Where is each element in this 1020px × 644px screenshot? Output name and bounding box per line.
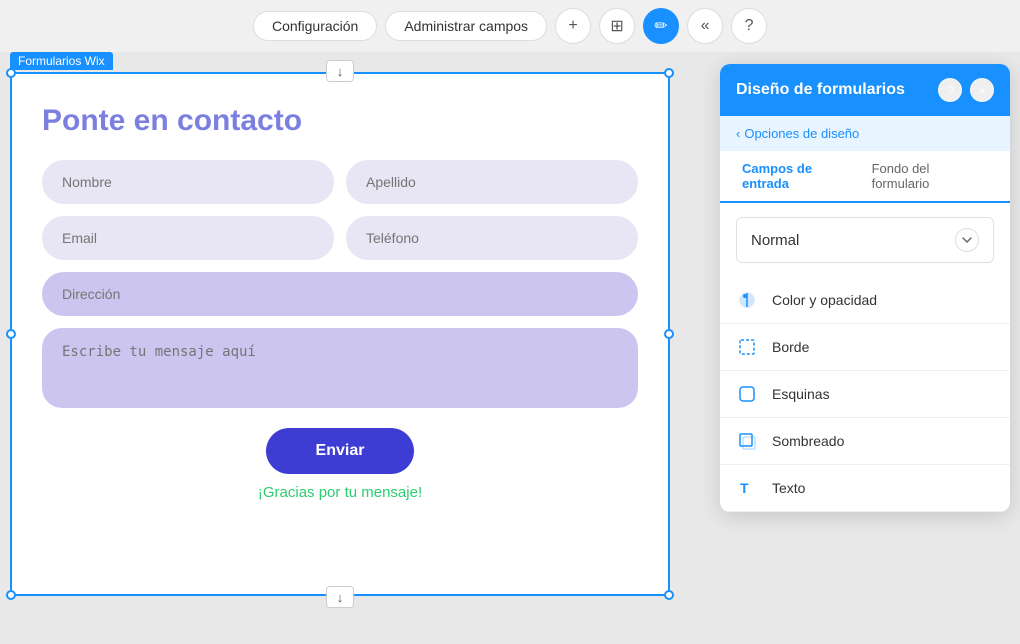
panel-title: Diseño de formularios bbox=[736, 81, 905, 99]
direccion-input[interactable] bbox=[42, 272, 638, 316]
texto-label: Texto bbox=[772, 480, 805, 496]
menu-item-esquinas[interactable]: Esquinas bbox=[720, 371, 1010, 418]
nombre-input[interactable] bbox=[42, 160, 334, 204]
menu-item-texto[interactable]: T Texto bbox=[720, 465, 1010, 512]
edit-icon: ✏ bbox=[654, 16, 667, 36]
dropdown-label: Normal bbox=[751, 232, 799, 249]
esquinas-label: Esquinas bbox=[772, 386, 830, 402]
borde-label: Borde bbox=[772, 339, 809, 355]
help-icon: ? bbox=[745, 17, 754, 35]
handle-download-top[interactable]: ↓ bbox=[326, 60, 354, 82]
svg-text:T: T bbox=[740, 480, 749, 496]
design-panel: Diseño de formularios ? × ‹ Opciones de … bbox=[720, 64, 1010, 512]
menu-item-color[interactable]: Color y opacidad bbox=[720, 277, 1010, 324]
add-button[interactable]: + bbox=[555, 8, 591, 44]
breadcrumb-label: Opciones de diseño bbox=[744, 126, 859, 141]
color-icon bbox=[736, 289, 758, 311]
handle-download-bottom[interactable]: ↓ bbox=[326, 586, 354, 608]
edit-button[interactable]: ✏ bbox=[643, 8, 679, 44]
borde-icon bbox=[736, 336, 758, 358]
panel-breadcrumb[interactable]: ‹ Opciones de diseño bbox=[720, 116, 1010, 151]
submit-button[interactable]: Enviar bbox=[266, 428, 415, 474]
panel-menu-items: Color y opacidad Borde Esquinas Sombread… bbox=[720, 277, 1010, 512]
help-button[interactable]: ? bbox=[731, 8, 767, 44]
configuracion-button[interactable]: Configuración bbox=[253, 11, 377, 41]
handle-br[interactable] bbox=[664, 590, 674, 600]
grid-button[interactable]: ⊞ bbox=[599, 8, 635, 44]
chevron-left-icon: ‹ bbox=[736, 126, 740, 141]
form-row-email-phone bbox=[42, 216, 638, 260]
breadcrumb-back[interactable]: ‹ Opciones de diseño bbox=[736, 126, 859, 141]
form-selection-border[interactable]: Formularios Wix ↓ ↓ Ponte en contacto bbox=[10, 72, 670, 596]
sombreado-label: Sombreado bbox=[772, 433, 844, 449]
handle-bl[interactable] bbox=[6, 590, 16, 600]
form-row-name-lastname bbox=[42, 160, 638, 204]
form-row-message bbox=[42, 328, 638, 408]
tab-campos-entrada[interactable]: Campos de entrada bbox=[736, 151, 850, 203]
form-inner: Ponte en contacto Enviar bbox=[12, 74, 668, 594]
normal-dropdown[interactable]: Normal bbox=[736, 217, 994, 263]
add-icon: + bbox=[568, 17, 577, 35]
esquinas-icon bbox=[736, 383, 758, 405]
apellido-input[interactable] bbox=[346, 160, 638, 204]
administrar-campos-button[interactable]: Administrar campos bbox=[385, 11, 547, 41]
menu-item-borde[interactable]: Borde bbox=[720, 324, 1010, 371]
mensaje-textarea[interactable] bbox=[42, 328, 638, 408]
handle-right-center[interactable] bbox=[664, 329, 674, 339]
wix-label: Formularios Wix bbox=[10, 52, 113, 70]
handle-tl[interactable] bbox=[6, 68, 16, 78]
panel-tabs: Campos de entrada Fondo del formulario bbox=[720, 151, 1010, 203]
panel-close-button[interactable]: × bbox=[970, 78, 994, 102]
grid-icon: ⊞ bbox=[610, 16, 623, 36]
tab-fondo-formulario[interactable]: Fondo del formulario bbox=[866, 151, 978, 203]
telefono-input[interactable] bbox=[346, 216, 638, 260]
form-widget-wrapper: Formularios Wix ↓ ↓ Ponte en contacto bbox=[10, 72, 670, 596]
sombreado-icon bbox=[736, 430, 758, 452]
email-input[interactable] bbox=[42, 216, 334, 260]
panel-header-icons: ? × bbox=[938, 78, 994, 102]
history-button[interactable]: « bbox=[687, 8, 723, 44]
top-toolbar: Configuración Administrar campos + ⊞ ✏ «… bbox=[0, 0, 1020, 52]
dropdown-arrow-icon bbox=[955, 228, 979, 252]
panel-header: Diseño de formularios ? × bbox=[720, 64, 1010, 116]
handle-left-center[interactable] bbox=[6, 329, 16, 339]
panel-help-button[interactable]: ? bbox=[938, 78, 962, 102]
color-label: Color y opacidad bbox=[772, 292, 877, 308]
texto-icon: T bbox=[736, 477, 758, 499]
form-row-address bbox=[42, 272, 638, 316]
form-title: Ponte en contacto bbox=[42, 104, 638, 138]
history-icon: « bbox=[701, 17, 710, 35]
success-message: ¡Gracias por tu mensaje! bbox=[42, 484, 638, 501]
menu-item-sombreado[interactable]: Sombreado bbox=[720, 418, 1010, 465]
handle-tr[interactable] bbox=[664, 68, 674, 78]
form-submit-row: Enviar bbox=[42, 428, 638, 474]
